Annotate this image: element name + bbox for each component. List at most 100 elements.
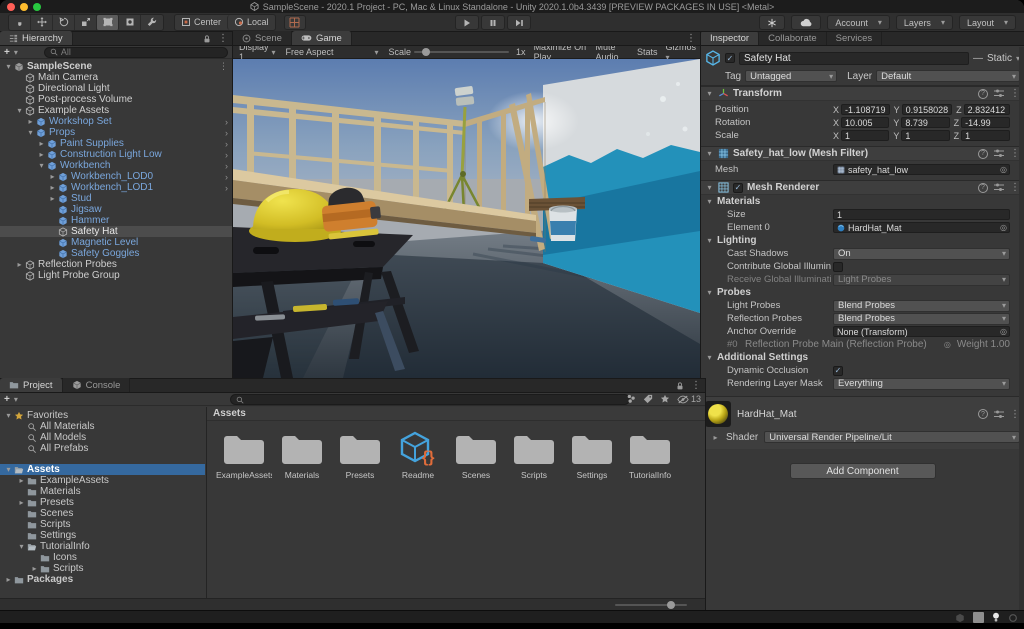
active-checkbox[interactable]: ✓ (725, 53, 735, 63)
label-icon[interactable] (643, 394, 653, 404)
rotate-tool[interactable] (53, 15, 75, 30)
reflection-probes-dropdown[interactable]: Blend Probes▾ (833, 313, 1010, 325)
material-foldout-arrow[interactable]: ▸ (711, 433, 720, 442)
layers-dropdown[interactable]: Layers▾ (896, 15, 953, 30)
hierarchy-item-safety-hat[interactable]: Safety Hat (0, 226, 232, 237)
prefab-open-chevron[interactable]: › (225, 161, 228, 171)
tab-project[interactable]: Project (0, 378, 63, 392)
hierarchy-search-input[interactable]: All (44, 47, 228, 58)
position-z-field[interactable]: 2.832412 (964, 104, 1010, 115)
project-tree-item-icons[interactable]: Icons (0, 552, 205, 563)
asset-tutorialinfo[interactable]: TutorialInfo (621, 431, 679, 480)
tab-services[interactable]: Services (827, 32, 882, 45)
foldout-arrow[interactable]: ▸ (15, 260, 24, 269)
project-tree-item-scripts[interactable]: ▸Scripts (0, 563, 205, 574)
play-button[interactable] (455, 15, 479, 30)
lock-icon[interactable] (202, 34, 212, 44)
tab-scene[interactable]: Scene (233, 31, 292, 45)
position-y-field[interactable]: 0.9158028 (902, 104, 953, 115)
transform-tool[interactable] (119, 15, 141, 30)
foldout-arrow[interactable]: ▾ (37, 161, 46, 170)
hierarchy-item-safety-goggles[interactable]: Safety Goggles (0, 248, 232, 259)
component-enabled-checkbox[interactable]: ✓ (733, 183, 743, 193)
lock-icon[interactable] (675, 381, 685, 391)
foldout-arrow[interactable]: ▸ (48, 172, 57, 181)
panel-menu-icon[interactable]: ⋮ (691, 380, 701, 391)
move-tool[interactable] (31, 15, 53, 30)
hierarchy-item-workbench[interactable]: ▾Workbench› (0, 160, 232, 171)
lighting-section-header[interactable]: ▾Lighting (701, 234, 1024, 247)
project-tree-item-all-materials[interactable]: All Materials (0, 421, 205, 432)
asset-settings[interactable]: Settings (563, 431, 621, 480)
project-tree-item-tutorialinfo[interactable]: ▾TutorialInfo (0, 541, 205, 552)
tag-dropdown[interactable]: Untagged▾ (745, 70, 837, 82)
help-icon[interactable]: ? (978, 89, 988, 99)
foldout-arrow[interactable]: ▾ (17, 542, 26, 551)
aspect-dropdown[interactable]: Free Aspect▾ (284, 47, 381, 57)
presets-icon[interactable] (994, 149, 1004, 158)
rotation-x-field[interactable]: 10.005 (841, 117, 889, 128)
tab-inspector[interactable]: Inspector (701, 32, 759, 45)
panel-menu-icon[interactable]: ⋮ (218, 33, 228, 44)
hierarchy-item-main-camera[interactable]: Main Camera (0, 72, 232, 83)
hidden-packages-toggle[interactable]: 13 (677, 394, 701, 404)
panel-menu-icon[interactable]: ⋮ (686, 33, 696, 44)
material-preview-thumb[interactable] (705, 401, 731, 427)
help-icon[interactable]: ? (978, 149, 988, 159)
foldout-arrow[interactable]: ▾ (26, 128, 35, 137)
custom-tool[interactable] (141, 15, 163, 30)
hierarchy-item-samplescene[interactable]: ▾SampleScene⋮ (0, 61, 232, 72)
project-tree-item-exampleassets[interactable]: ▸ExampleAssets (0, 475, 205, 486)
hierarchy-item-workbench-lod1[interactable]: ▸Workbench_LOD1› (0, 182, 232, 193)
project-tree-item-settings[interactable]: Settings (0, 530, 205, 541)
cast-shadows-dropdown[interactable]: On▾ (833, 248, 1010, 260)
asset-exampleassets[interactable]: ExampleAssets (215, 431, 273, 480)
hierarchy-item-workbench-lod0[interactable]: ▸Workbench_LOD0› (0, 171, 232, 182)
bulb-icon[interactable] (992, 612, 1000, 623)
project-tree-item-all-models[interactable]: All Models (0, 432, 205, 443)
project-tree-item-all-prefabs[interactable]: All Prefabs (0, 443, 205, 454)
help-icon[interactable]: ? (978, 409, 988, 419)
project-tree-item-scripts[interactable]: Scripts (0, 519, 205, 530)
scale-x-field[interactable]: 1 (841, 130, 889, 141)
foldout-arrow[interactable]: ▸ (37, 139, 46, 148)
prefab-open-chevron[interactable]: › (225, 128, 228, 138)
foldout-arrow[interactable]: ▾ (15, 106, 24, 115)
prefab-open-chevron[interactable]: › (225, 183, 228, 193)
foldout-arrow[interactable]: ▸ (30, 564, 39, 573)
stats-button[interactable]: Stats (637, 47, 658, 57)
hierarchy-item-props[interactable]: ▾Props› (0, 127, 232, 138)
activity-indicator[interactable] (973, 612, 984, 623)
rotation-y-field[interactable]: 8.739 (901, 117, 949, 128)
prefab-open-chevron[interactable]: › (225, 139, 228, 149)
mesh-filter-component-header[interactable]: ▾ Safety_hat_low (Mesh Filter) ?⋮ (701, 146, 1024, 161)
pivot-toggle-button[interactable]: Center (175, 15, 227, 30)
layer-dropdown[interactable]: Default▾ (876, 70, 1020, 82)
project-tree-item-favorites[interactable]: ▾Favorites (0, 410, 205, 421)
object-picker-icon[interactable]: ◎ (1000, 327, 1007, 336)
prefab-open-chevron[interactable]: › (225, 150, 228, 160)
project-tree-item-presets[interactable]: ▸Presets (0, 497, 205, 508)
asset-presets[interactable]: Presets (331, 431, 389, 480)
position-x-field[interactable]: -1.108719 (841, 104, 890, 115)
object-picker-icon[interactable]: ◎ (1000, 165, 1007, 174)
hierarchy-item-jigsaw[interactable]: Jigsaw (0, 204, 232, 215)
shader-dropdown[interactable]: Universal Render Pipeline/Lit▾ (764, 431, 1020, 443)
step-button[interactable] (507, 15, 531, 30)
foldout-arrow[interactable]: ▸ (48, 183, 57, 192)
chevron-down-icon[interactable]: ▾ (14, 48, 18, 57)
orientation-toggle-button[interactable]: Local (227, 15, 275, 30)
mesh-object-field[interactable]: safety_hat_low◎ (833, 164, 1010, 175)
hierarchy-item-light-probe-group[interactable]: Light Probe Group (0, 270, 232, 281)
asset-scenes[interactable]: Scenes (447, 431, 505, 480)
collab-cloud-button[interactable] (791, 15, 821, 30)
hierarchy-item-paint-supplies[interactable]: ▸Paint Supplies› (0, 138, 232, 149)
grid-snap-button[interactable] (284, 15, 306, 30)
presets-icon[interactable] (994, 410, 1004, 419)
light-probes-dropdown[interactable]: Blend Probes▾ (833, 300, 1010, 312)
presets-icon[interactable] (994, 183, 1004, 192)
scale-slider-knob[interactable] (422, 48, 430, 56)
favorites-star-icon[interactable] (660, 394, 670, 404)
tab-console[interactable]: Console (63, 378, 131, 392)
hierarchy-item-post-process-volume[interactable]: Post-process Volume (0, 94, 232, 105)
